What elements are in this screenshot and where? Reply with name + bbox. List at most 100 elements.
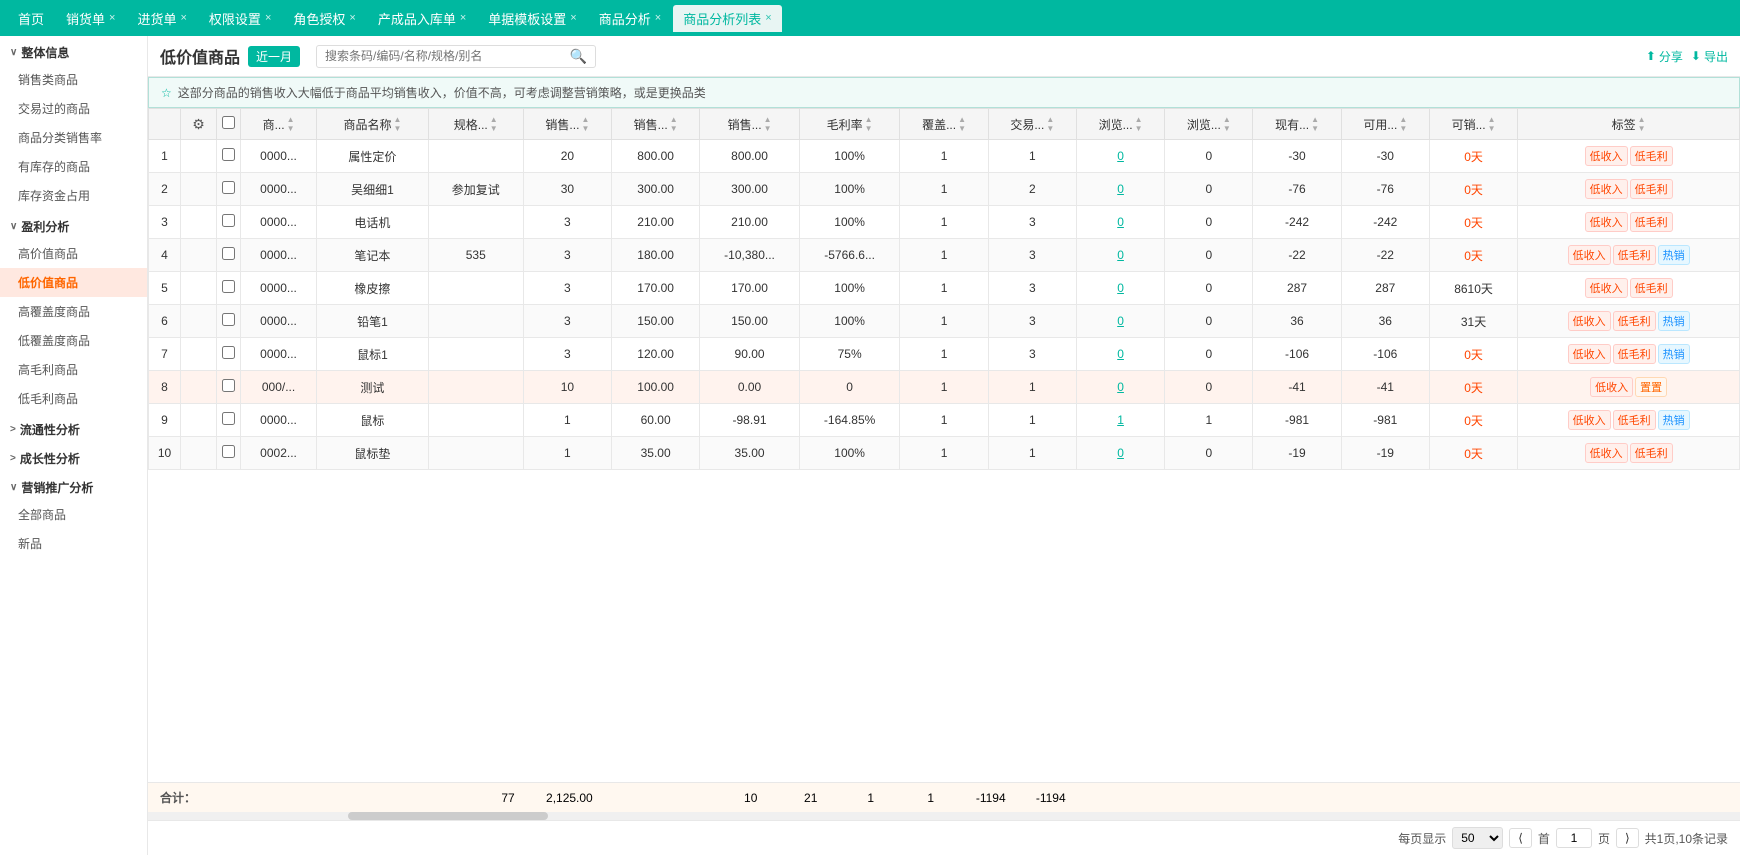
row-current: -106	[1253, 338, 1341, 371]
sort-arrows[interactable]: ▲▼	[1046, 115, 1054, 133]
sidebar-group-盈利分析[interactable]: ∨盈利分析	[0, 210, 147, 239]
sort-arrows[interactable]: ▲▼	[1311, 115, 1319, 133]
col-header-gear[interactable]: ⚙	[181, 109, 217, 140]
page-number-input[interactable]	[1556, 828, 1592, 848]
row-checkbox-cell[interactable]	[216, 371, 240, 404]
sidebar-item-销售类商品[interactable]: 销售类商品	[0, 65, 147, 94]
first-page-button[interactable]: ⟨	[1509, 828, 1532, 848]
sort-arrows[interactable]: ▲▼	[958, 115, 966, 133]
close-icon[interactable]: ×	[460, 12, 466, 24]
row-checkbox-cell[interactable]	[216, 272, 240, 305]
horizontal-scrollbar[interactable]	[148, 812, 1740, 820]
row-checkbox[interactable]	[222, 412, 235, 425]
row-checkbox[interactable]	[222, 181, 235, 194]
sort-arrows[interactable]: ▲▼	[1638, 115, 1646, 133]
row-browse1[interactable]: 0	[1076, 272, 1164, 305]
sidebar-item-高毛利商品[interactable]: 高毛利商品	[0, 355, 147, 384]
sort-arrows[interactable]: ▲▼	[1399, 115, 1407, 133]
sidebar-item-低价值商品[interactable]: 低价值商品	[0, 268, 147, 297]
row-available: -19	[1341, 437, 1429, 470]
sidebar-item-商品分类销售率[interactable]: 商品分类销售率	[0, 123, 147, 152]
table-container[interactable]: ⚙商...▲▼商品名称▲▼规格...▲▼销售...▲▼销售...▲▼销售...▲…	[148, 108, 1740, 782]
sort-arrows[interactable]: ▲▼	[490, 115, 498, 133]
sort-arrows[interactable]: ▲▼	[581, 115, 589, 133]
row-browse1[interactable]: 0	[1076, 173, 1164, 206]
close-icon[interactable]: ×	[570, 12, 576, 24]
sort-arrows[interactable]: ▲▼	[1223, 115, 1231, 133]
close-icon[interactable]: ×	[655, 12, 661, 24]
row-checkbox[interactable]	[222, 313, 235, 326]
row-checkbox-cell[interactable]	[216, 338, 240, 371]
row-checkbox-cell[interactable]	[216, 437, 240, 470]
sort-arrows[interactable]: ▲▼	[865, 115, 873, 133]
sort-arrows[interactable]: ▲▼	[670, 115, 678, 133]
sidebar-group-营销推广分析[interactable]: ∨营销推广分析	[0, 471, 147, 500]
sort-arrows[interactable]: ▲▼	[1488, 115, 1496, 133]
sidebar-item-高价值商品[interactable]: 高价值商品	[0, 239, 147, 268]
nav-item-权限设置[interactable]: 权限设置×	[199, 5, 281, 32]
nav-item-单据模板设置[interactable]: 单据模板设置×	[478, 5, 586, 32]
row-checkbox[interactable]	[222, 148, 235, 161]
per-page-select[interactable]: 50 100 200	[1452, 827, 1503, 849]
row-browse1[interactable]: 0	[1076, 140, 1164, 173]
row-browse1[interactable]: 0	[1076, 305, 1164, 338]
nav-item-角色授权[interactable]: 角色授权×	[283, 5, 365, 32]
next-page-button[interactable]: ⟩	[1616, 828, 1639, 848]
filter-tag-button[interactable]: 近一月	[248, 46, 300, 67]
select-all-checkbox[interactable]	[222, 116, 235, 129]
sort-arrows[interactable]: ▲▼	[287, 115, 295, 133]
row-checkbox[interactable]	[222, 379, 235, 392]
row-checkbox[interactable]	[222, 445, 235, 458]
nav-item-销货单[interactable]: 销货单×	[56, 5, 125, 32]
row-checkbox-cell[interactable]	[216, 173, 240, 206]
row-checkbox[interactable]	[222, 280, 235, 293]
row-trade: 3	[988, 272, 1076, 305]
sort-arrows[interactable]: ▲▼	[1135, 115, 1143, 133]
row-browse1[interactable]: 0	[1076, 338, 1164, 371]
export-button[interactable]: ⬇ 导出	[1691, 48, 1728, 65]
sort-arrows[interactable]: ▲▼	[393, 115, 401, 133]
close-icon[interactable]: ×	[349, 12, 355, 24]
close-icon[interactable]: ×	[109, 12, 115, 24]
sidebar-item-新品[interactable]: 新品	[0, 529, 147, 558]
gear-icon[interactable]: ⚙	[192, 116, 205, 132]
sidebar-item-全部商品[interactable]: 全部商品	[0, 500, 147, 529]
row-checkbox-cell[interactable]	[216, 305, 240, 338]
sidebar-item-低覆盖度商品[interactable]: 低覆盖度商品	[0, 326, 147, 355]
sidebar-group-整体信息[interactable]: ∨整体信息	[0, 36, 147, 65]
close-icon[interactable]: ×	[265, 12, 271, 24]
sidebar-group-流通性分析[interactable]: >流通性分析	[0, 413, 147, 442]
row-checkbox-cell[interactable]	[216, 239, 240, 272]
search-input[interactable]	[325, 49, 570, 63]
close-icon[interactable]: ×	[180, 12, 186, 24]
nav-item-商品分析[interactable]: 商品分析×	[589, 5, 671, 32]
row-browse1[interactable]: 1	[1076, 404, 1164, 437]
sidebar-group-成长性分析[interactable]: >成长性分析	[0, 442, 147, 471]
nav-item-商品分析列表[interactable]: 商品分析列表×	[673, 5, 781, 32]
sidebar-item-库存资金占用[interactable]: 库存资金占用	[0, 181, 147, 210]
scrollbar-thumb[interactable]	[348, 812, 548, 820]
row-gross-rate: 100%	[799, 305, 900, 338]
search-icon[interactable]: 🔍	[570, 48, 587, 65]
row-browse1[interactable]: 0	[1076, 239, 1164, 272]
sort-arrows[interactable]: ▲▼	[764, 115, 772, 133]
row-checkbox[interactable]	[222, 247, 235, 260]
nav-item-进货单[interactable]: 进货单×	[127, 5, 196, 32]
sidebar-item-高覆盖度商品[interactable]: 高覆盖度商品	[0, 297, 147, 326]
row-checkbox-cell[interactable]	[216, 140, 240, 173]
sidebar-item-交易过的商品[interactable]: 交易过的商品	[0, 94, 147, 123]
share-button[interactable]: ⬆ 分享	[1646, 48, 1683, 65]
row-browse1[interactable]: 0	[1076, 437, 1164, 470]
row-checkbox[interactable]	[222, 214, 235, 227]
sidebar-item-有库存的商品[interactable]: 有库存的商品	[0, 152, 147, 181]
nav-item-首页[interactable]: 首页	[8, 5, 54, 32]
row-browse1[interactable]: 0	[1076, 371, 1164, 404]
alert-message: 这部分商品的销售收入大幅低于商品平均销售收入，价值不高，可考虑调整营销策略，或是…	[178, 84, 706, 101]
row-checkbox-cell[interactable]	[216, 404, 240, 437]
nav-item-产成品入库单[interactable]: 产成品入库单×	[368, 5, 476, 32]
row-browse1[interactable]: 0	[1076, 206, 1164, 239]
row-checkbox-cell[interactable]	[216, 206, 240, 239]
sidebar-item-低毛利商品[interactable]: 低毛利商品	[0, 384, 147, 413]
close-icon[interactable]: ×	[765, 12, 771, 24]
row-checkbox[interactable]	[222, 346, 235, 359]
